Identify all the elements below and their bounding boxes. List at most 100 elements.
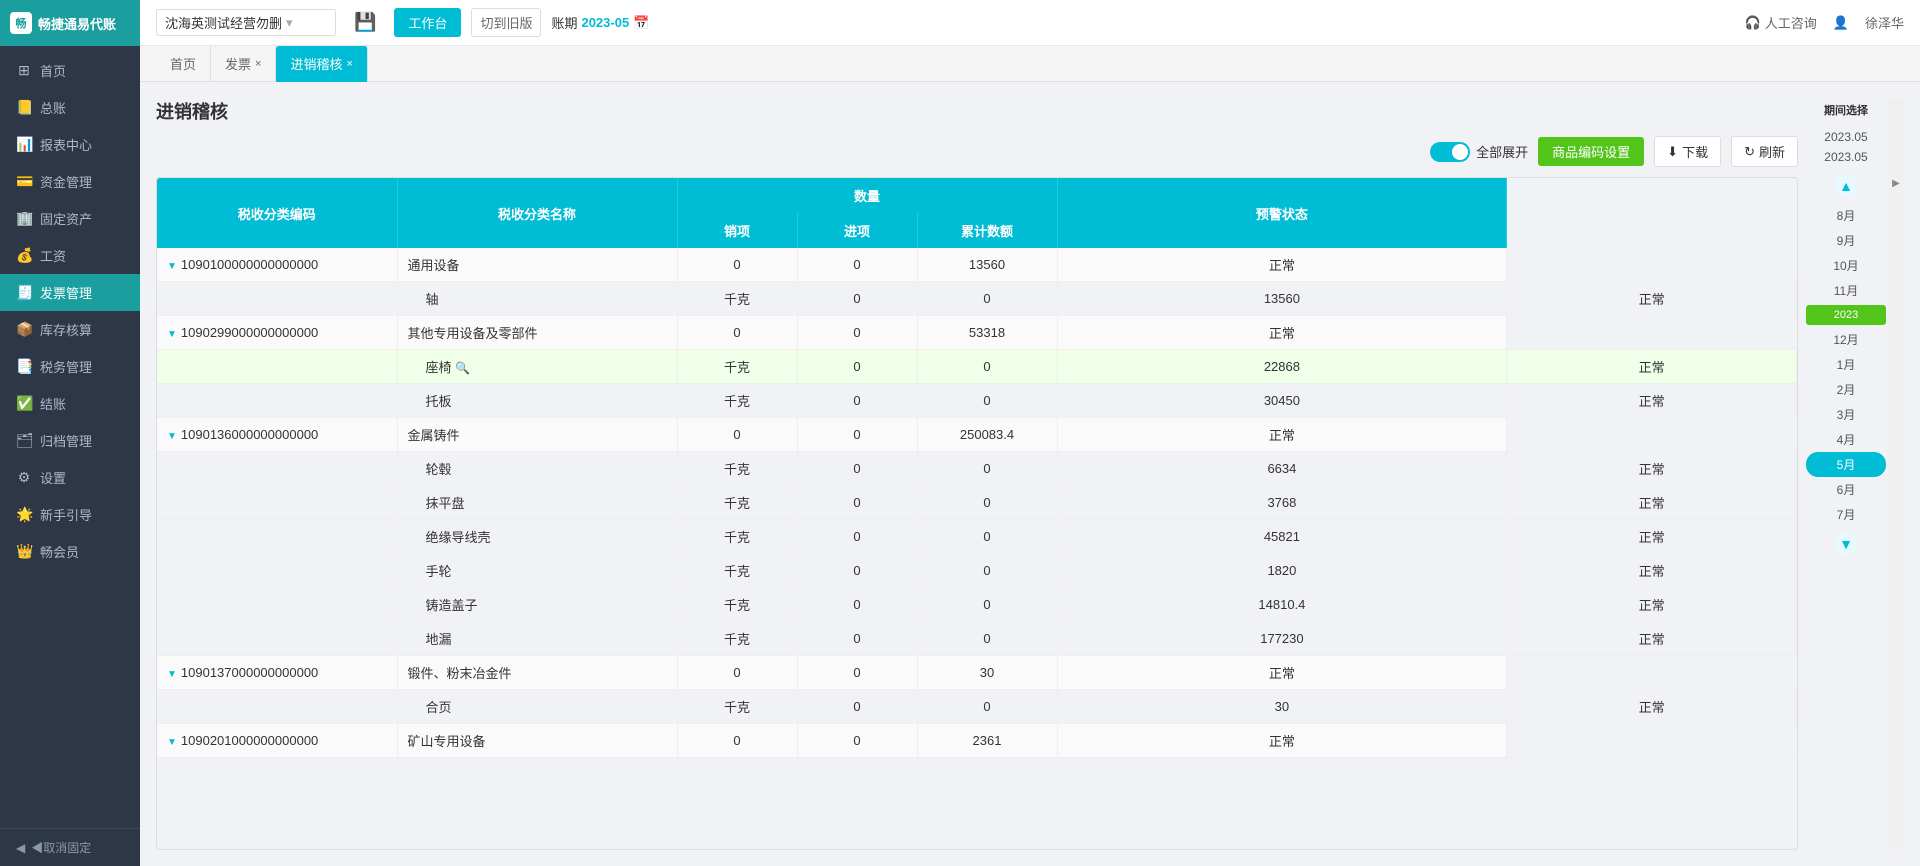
- row-unit: 千克: [677, 622, 797, 656]
- row-name: 轴: [397, 282, 677, 316]
- month-item-9月[interactable]: 9月: [1806, 228, 1886, 253]
- expand-all-toggle[interactable]: [1430, 142, 1470, 162]
- month-item-10月[interactable]: 10月: [1806, 253, 1886, 278]
- sidebar-item-label: 报表中心: [40, 135, 92, 154]
- sidebar-item-label: 发票管理: [40, 283, 92, 302]
- month-item-7月[interactable]: 7月: [1806, 502, 1886, 527]
- product-code-btn[interactable]: 商品编码设置: [1538, 137, 1644, 166]
- sidebar-item-label: 工资: [40, 246, 66, 265]
- row-warning: 正常: [1057, 248, 1507, 282]
- row-name: 手轮: [397, 554, 677, 588]
- row-purchase: 0: [917, 588, 1057, 622]
- month-item-6月[interactable]: 6月: [1806, 477, 1886, 502]
- month-item-12月[interactable]: 12月: [1806, 327, 1886, 352]
- row-sale: 0: [797, 690, 917, 724]
- company-selector[interactable]: 沈海英测试经营勿删 ▾: [156, 9, 336, 36]
- sidebar-item-label: 设置: [40, 468, 66, 487]
- month-item-5月[interactable]: 5月: [1806, 452, 1886, 477]
- sidebar-item-member[interactable]: 👑 畅会员: [0, 533, 140, 570]
- tab-进销稽核[interactable]: 进销稽核 ×: [276, 46, 367, 82]
- inventory-icon: 📦: [16, 321, 32, 338]
- month-item-3月[interactable]: 3月: [1806, 402, 1886, 427]
- download-btn[interactable]: ⬇ 下载: [1654, 136, 1721, 167]
- sidebar-item-tax[interactable]: 📑税务管理: [0, 348, 140, 385]
- company-name: 沈海英测试经营勿删: [165, 13, 282, 32]
- sidebar-item-settlement[interactable]: ✅结账: [0, 385, 140, 422]
- sidebar-item-invoice[interactable]: 🧾发票管理: [0, 274, 140, 311]
- row-purchase: 0: [797, 316, 917, 350]
- row-code: ▼1090100000000000000: [157, 248, 397, 282]
- row-name: 轮毂: [397, 452, 677, 486]
- sidebar-item-guide[interactable]: 🌟新手引导: [0, 496, 140, 533]
- sidebar-item-label: 资金管理: [40, 172, 92, 191]
- period-panel: 期间选择 2023.05 2023.05 ▲ 8月9月10月11月202312月…: [1806, 98, 1886, 850]
- search-icon[interactable]: 🔍: [455, 361, 470, 375]
- col-header-quantity-group: 数量: [677, 178, 1057, 213]
- row-unit: 千克: [677, 384, 797, 418]
- workbench-button[interactable]: 工作台: [394, 8, 461, 37]
- table-row: 合页 千克 0 0 30 正常: [157, 690, 1797, 724]
- sidebar-item-settings[interactable]: ⚙设置: [0, 459, 140, 496]
- sidebar-item-home[interactable]: ⊞首页: [0, 52, 140, 89]
- month-item-8月[interactable]: 8月: [1806, 203, 1886, 228]
- reports-icon: 📊: [16, 136, 32, 153]
- period-year-1[interactable]: 2023.05: [1806, 127, 1886, 147]
- table-row: 绝缘导线壳 千克 0 0 45821 正常: [157, 520, 1797, 554]
- sidebar-item-salary[interactable]: 💰工资: [0, 237, 140, 274]
- download-icon: ⬇: [1667, 144, 1678, 160]
- period-year-2[interactable]: 2023.05: [1806, 147, 1886, 167]
- calendar-icon[interactable]: 📅: [633, 15, 649, 31]
- tab-发票[interactable]: 发票×: [211, 46, 276, 82]
- row-warning: 正常: [1507, 350, 1797, 384]
- tab-label: 进销稽核: [290, 54, 342, 73]
- tab-close-icon[interactable]: ×: [346, 58, 352, 70]
- col-header-warning: 预警状态: [1057, 178, 1507, 248]
- month-item-4月[interactable]: 4月: [1806, 427, 1886, 452]
- row-code: [157, 452, 397, 486]
- row-purchase: 0: [797, 724, 917, 758]
- content-area: 进销稽核 全部展开 商品编码设置 ⬇ 下载 ↻ 刷新: [140, 82, 1920, 866]
- row-sale: 0: [797, 350, 917, 384]
- save-draft-button[interactable]: 💾: [346, 8, 384, 37]
- row-warning: 正常: [1057, 418, 1507, 452]
- row-warning: 正常: [1507, 554, 1797, 588]
- row-name: 座椅 🔍: [397, 350, 677, 384]
- tab-首页[interactable]: 首页: [156, 46, 211, 82]
- main-area: 沈海英测试经营勿删 ▾ 💾 工作台 切到旧版 账期 2023-05 📅 🎧 人工…: [140, 0, 1920, 866]
- member-icon: 👑: [16, 543, 32, 560]
- row-cumulative: 30: [1057, 690, 1507, 724]
- sidebar: 畅 畅捷通易代账 ⊞首页📒总账📊报表中心💳资金管理🏢固定资产💰工资🧾发票管理📦库…: [0, 0, 140, 866]
- sidebar-item-inventory[interactable]: 📦库存核算: [0, 311, 140, 348]
- row-sale: 0: [797, 486, 917, 520]
- row-sale: 0: [677, 316, 797, 350]
- user-avatar-icon: 👤: [1833, 15, 1849, 31]
- period-label: 账期: [551, 13, 577, 32]
- table-row: 抹平盘 千克 0 0 3768 正常: [157, 486, 1797, 520]
- help-btn[interactable]: 🎧 人工咨询: [1745, 13, 1817, 32]
- row-code: [157, 384, 397, 418]
- topbar: 沈海英测试经营勿删 ▾ 💾 工作台 切到旧版 账期 2023-05 📅 🎧 人工…: [140, 0, 1920, 46]
- sidebar-item-ledger[interactable]: 📒总账: [0, 89, 140, 126]
- data-table: 税收分类编码 税收分类名称 数量 预警状态 销项 进项 累计数额 ▼10: [157, 178, 1797, 758]
- sidebar-item-assets[interactable]: 🏢固定资产: [0, 200, 140, 237]
- row-sale: 0: [797, 452, 917, 486]
- month-item-1月[interactable]: 1月: [1806, 352, 1886, 377]
- month-item-2月[interactable]: 2月: [1806, 377, 1886, 402]
- tab-close-icon[interactable]: ×: [255, 58, 261, 70]
- refresh-btn[interactable]: ↻ 刷新: [1731, 136, 1798, 167]
- row-warning: 正常: [1507, 486, 1797, 520]
- sidebar-item-label: 畅会员: [40, 542, 79, 561]
- sidebar-bottom-btn[interactable]: ◀ ◀取消固定: [0, 828, 140, 866]
- sidebar-item-reports[interactable]: 📊 报表中心: [0, 126, 140, 163]
- row-name: 合页: [397, 690, 677, 724]
- sidebar-item-label: 新手引导: [40, 505, 92, 524]
- month-item-11月[interactable]: 11月: [1806, 278, 1886, 303]
- period-down-btn[interactable]: ▼: [1835, 533, 1857, 555]
- panel-collapse-btn[interactable]: ▶: [1888, 98, 1904, 850]
- period-up-btn[interactable]: ▲: [1835, 175, 1857, 197]
- download-label: 下载: [1682, 142, 1708, 161]
- row-unit: 千克: [677, 588, 797, 622]
- sidebar-item-funds[interactable]: 💳资金管理: [0, 163, 140, 200]
- sidebar-item-archive[interactable]: 🗂归档管理: [0, 422, 140, 459]
- switch-version-button[interactable]: 切到旧版: [471, 8, 541, 37]
